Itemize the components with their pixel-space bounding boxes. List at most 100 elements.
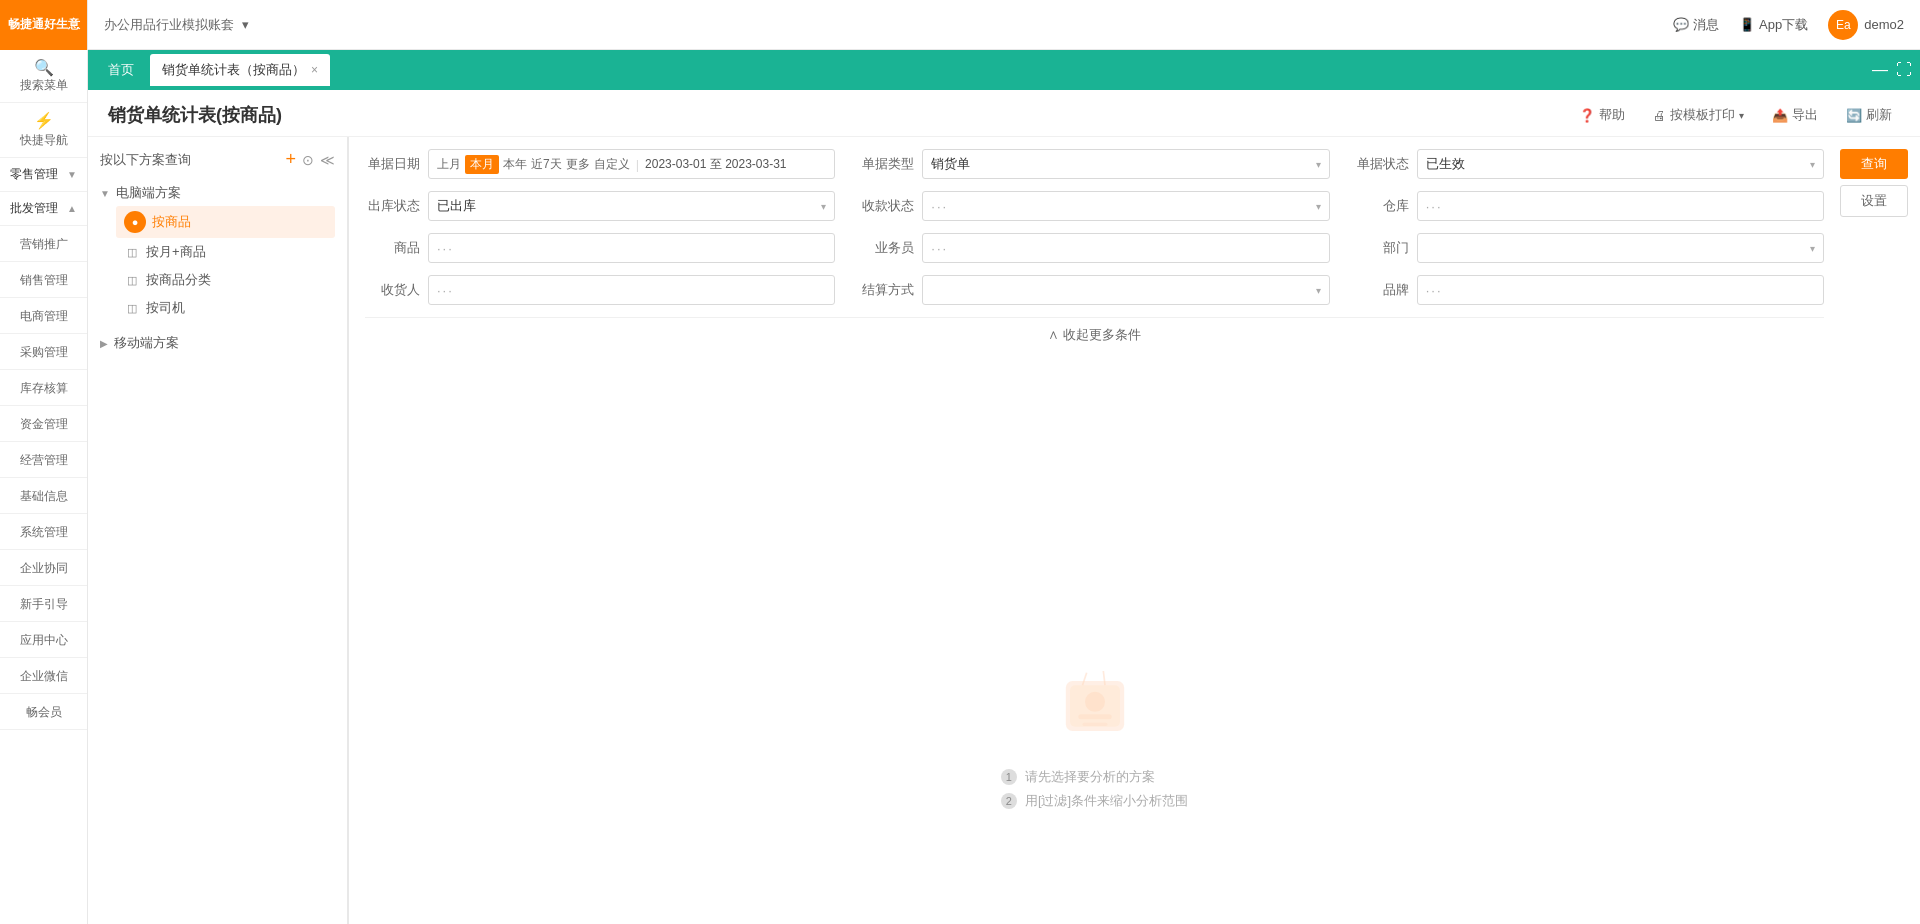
- sidebar-item-marketing[interactable]: 营销推广: [0, 226, 87, 262]
- warehouse-input[interactable]: ···: [1417, 191, 1824, 221]
- search-label: 搜索菜单: [4, 77, 83, 94]
- filter-field-receiver: 收货人 ···: [365, 275, 835, 305]
- receive-status-input[interactable]: ··· ▾: [922, 191, 1329, 221]
- sidebar-item-newuser[interactable]: 新手引导: [0, 586, 87, 622]
- user-menu[interactable]: Ea demo2: [1828, 10, 1904, 40]
- filter-row-4: 收货人 ··· 结算方式 ▾ 品牌: [365, 275, 1824, 305]
- help-label: 帮助: [1599, 106, 1625, 124]
- department-input[interactable]: ▾: [1417, 233, 1824, 263]
- refresh-label: 刷新: [1866, 106, 1892, 124]
- tab-close-icon[interactable]: ×: [311, 63, 318, 77]
- date-input[interactable]: 上月 本月 本年 近7天 更多 自定义 | 2023-03-01 至 2023-…: [428, 149, 835, 179]
- header-actions: 💬 消息 📱 App下载 Ea demo2: [1673, 10, 1904, 40]
- group-expand-icon: ▼: [100, 188, 110, 199]
- receiver-input[interactable]: ···: [428, 275, 835, 305]
- export-button[interactable]: 📤 导出: [1764, 102, 1826, 128]
- date-tab-7days[interactable]: 近7天: [531, 156, 562, 173]
- brand-label: 品牌: [1354, 281, 1409, 299]
- out-status-input[interactable]: 已出库 ▾: [428, 191, 835, 221]
- doc-type-label: 单据类型: [859, 155, 914, 173]
- sidebar-item-sales[interactable]: 销售管理: [0, 262, 87, 298]
- sidebar-item-retail[interactable]: 零售管理 ▼: [0, 158, 87, 192]
- empty-tip-2: 2 用[过滤]条件来缩小分析范围: [1001, 792, 1188, 810]
- top-header: 办公用品行业模拟账套 ▾ 💬 消息 📱 App下载 Ea demo2: [88, 0, 1920, 50]
- sidebar-item-operations[interactable]: 经营管理: [0, 442, 87, 478]
- scheme-group-pc-header[interactable]: ▼ 电脑端方案: [100, 180, 335, 206]
- sidebar-item-finance[interactable]: 资金管理: [0, 406, 87, 442]
- date-tab-this-month[interactable]: 本月: [465, 155, 499, 174]
- empty-tips: 1 请先选择要分析的方案 2 用[过滤]条件来缩小分析范围: [1001, 768, 1188, 810]
- message-btn[interactable]: 💬 消息: [1673, 16, 1719, 34]
- filter-field-out-status: 出库状态 已出库 ▾: [365, 191, 835, 221]
- sidebar-item-search[interactable]: 🔍 搜索菜单: [0, 50, 87, 103]
- page-actions: ❓ 帮助 🖨 按模板打印 ▾ 📤 导出 🔄 刷新: [1571, 102, 1900, 128]
- out-status-label: 出库状态: [365, 197, 420, 215]
- collapse-more-btn[interactable]: ∧ 收起更多条件: [365, 317, 1824, 352]
- refresh-button[interactable]: 🔄 刷新: [1838, 102, 1900, 128]
- scheme-group-pc-items: ● 按商品 ◫ 按月+商品 ◫ 按商品分类 ◫: [116, 206, 335, 322]
- goods-input[interactable]: ···: [428, 233, 835, 263]
- date-tab-this-year[interactable]: 本年: [503, 156, 527, 173]
- scheme-edit-icon[interactable]: ⊙: [302, 152, 314, 168]
- brand-input[interactable]: ···: [1417, 275, 1824, 305]
- query-button[interactable]: 查询: [1840, 149, 1908, 179]
- sidebar-item-inventory[interactable]: 库存核算: [0, 370, 87, 406]
- scheme-add-icon[interactable]: +: [285, 149, 296, 170]
- app-logo: 畅捷通好生意: [0, 0, 87, 50]
- doc-type-input[interactable]: 销货单 ▾: [922, 149, 1329, 179]
- empty-state: 1 请先选择要分析的方案 2 用[过滤]条件来缩小分析范围: [349, 543, 1840, 925]
- sidebar-item-enterprise[interactable]: 企业协同: [0, 550, 87, 586]
- empty-tip-1: 1 请先选择要分析的方案: [1001, 768, 1188, 786]
- settlement-input[interactable]: ▾: [922, 275, 1329, 305]
- sidebar-item-apps[interactable]: 应用中心: [0, 622, 87, 658]
- tab-minimize-icon[interactable]: —: [1872, 61, 1888, 79]
- message-label: 消息: [1693, 16, 1719, 34]
- tab-home[interactable]: 首页: [96, 54, 146, 86]
- app-download-btn[interactable]: 📱 App下载: [1739, 16, 1808, 34]
- date-tab-last-month[interactable]: 上月: [437, 156, 461, 173]
- date-tab-more[interactable]: 更多: [566, 156, 590, 173]
- scheme-header-actions: + ⊙ ≪: [285, 149, 335, 170]
- warehouse-dots: ···: [1426, 199, 1443, 214]
- scheme-collapse-icon[interactable]: ≪: [320, 152, 335, 168]
- page-title-bar: 销货单统计表(按商品) ❓ 帮助 🖨 按模板打印 ▾ 📤 导出 🔄 刷新: [88, 90, 1920, 137]
- salesperson-input[interactable]: ···: [922, 233, 1329, 263]
- sidebar-item-basic[interactable]: 基础信息: [0, 478, 87, 514]
- receive-status-label: 收款状态: [859, 197, 914, 215]
- scheme-group-mobile-header[interactable]: ▶ 移动端方案: [100, 330, 335, 356]
- sidebar-item-purchase[interactable]: 采购管理: [0, 334, 87, 370]
- filter-field-doc-type: 单据类型 销货单 ▾: [859, 149, 1329, 179]
- scheme-item-by-category[interactable]: ◫ 按商品分类: [116, 266, 335, 294]
- tip-text-2: 用[过滤]条件来缩小分析范围: [1025, 792, 1188, 810]
- print-dropdown-icon: ▾: [1739, 110, 1744, 121]
- tab-sales-stats[interactable]: 销货单统计表（按商品） ×: [150, 54, 330, 86]
- print-button[interactable]: 🖨 按模板打印 ▾: [1645, 102, 1752, 128]
- goods-label: 商品: [365, 239, 420, 257]
- sidebar-item-wholesale[interactable]: 批发管理 ▲: [0, 192, 87, 226]
- sidebar-item-ecommerce[interactable]: 电商管理: [0, 298, 87, 334]
- scheme-item-by-driver[interactable]: ◫ 按司机: [116, 294, 335, 322]
- action-button-column: 查询 设置: [1840, 137, 1920, 924]
- sidebar-item-wechat[interactable]: 企业微信: [0, 658, 87, 694]
- scheme-item-by-month-goods[interactable]: ◫ 按月+商品: [116, 238, 335, 266]
- department-caret: ▾: [1810, 243, 1815, 254]
- sidebar-item-member[interactable]: 畅会员: [0, 694, 87, 730]
- doc-status-input[interactable]: 已生效 ▾: [1417, 149, 1824, 179]
- receiver-dots: ···: [437, 283, 454, 298]
- date-tab-custom[interactable]: 自定义: [594, 156, 630, 173]
- dropdown-arrow[interactable]: ▾: [242, 17, 249, 32]
- scheme-item-label: 按商品: [152, 213, 191, 231]
- goods-dots: ···: [437, 241, 454, 256]
- tab-expand-icon[interactable]: ⛶: [1896, 61, 1912, 79]
- active-scheme-dot: ●: [124, 211, 146, 233]
- help-button[interactable]: ❓ 帮助: [1571, 102, 1633, 128]
- scheme-item-by-goods[interactable]: ● 按商品: [116, 206, 335, 238]
- settings-button[interactable]: 设置: [1840, 185, 1908, 217]
- sidebar-item-system[interactable]: 系统管理: [0, 514, 87, 550]
- scheme-group-pc: ▼ 电脑端方案 ● 按商品 ◫ 按月+商品 ◫: [100, 180, 335, 322]
- filter-field-salesperson: 业务员 ···: [859, 233, 1329, 263]
- user-avatar: Ea: [1828, 10, 1858, 40]
- department-label: 部门: [1354, 239, 1409, 257]
- content-body: 按以下方案查询 + ⊙ ≪ ▼ 电脑端方案 ●: [88, 137, 1920, 924]
- sidebar-item-quick-nav[interactable]: ⚡ 快捷导航: [0, 103, 87, 158]
